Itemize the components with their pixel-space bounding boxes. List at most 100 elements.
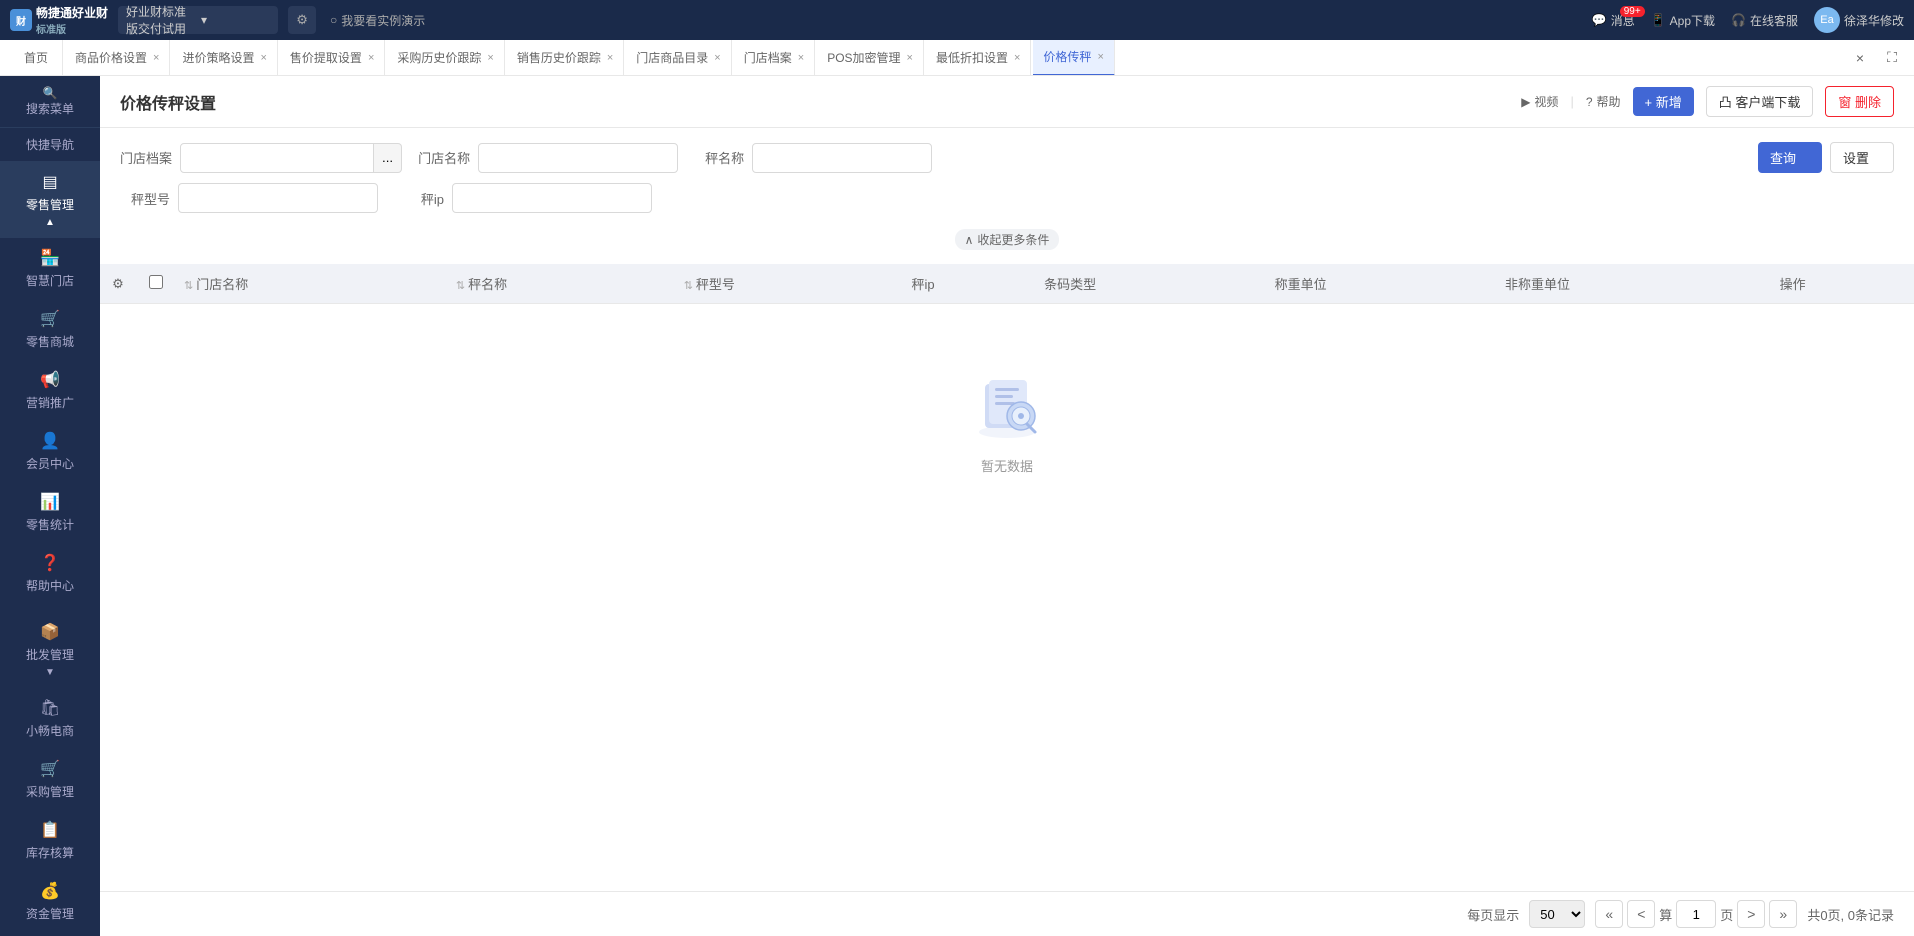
table-non-weight-unit-header: 非称重单位: [1497, 264, 1772, 304]
sidebar: 🔍 搜索菜单 快捷导航 ▤ 零售管理 ▲ 🏪 智慧门店 🛒 零售商城 📢 营销推…: [0, 76, 100, 936]
form-row-1: 门店档案 ... 门店名称 秤名称 查: [120, 142, 1894, 173]
tab-home[interactable]: 首页: [10, 40, 63, 76]
tab-store-profile[interactable]: 门店档案 ×: [734, 40, 815, 76]
tab-sale-pickup[interactable]: 售价提取设置 ×: [280, 40, 385, 76]
add-button[interactable]: + 新增: [1633, 87, 1694, 116]
sidebar-item-smart-store[interactable]: 🏪 智慧门店: [0, 238, 100, 299]
page-total: 共0页, 0条记录: [1807, 905, 1894, 924]
close-icon[interactable]: ×: [260, 52, 266, 64]
table-store-name-header[interactable]: 门店名称: [176, 264, 448, 304]
tab-min-discount[interactable]: 最低折扣设置 ×: [926, 40, 1031, 76]
page-number-input[interactable]: [1676, 900, 1716, 928]
help-icon: ❓: [40, 553, 60, 573]
delete-button[interactable]: 窗 删除: [1825, 86, 1894, 117]
table-weight-unit-header: 称重单位: [1267, 264, 1497, 304]
table-scale-ip-header: 秤ip: [904, 264, 1037, 304]
tab-actions: × ⛶: [1846, 44, 1914, 72]
content-area: 价格传秤设置 ▶ 视频 | ? 帮助 + 新增 凸 客户端下载 窗: [100, 76, 1914, 936]
tab-store-catalog[interactable]: 门店商品目录 ×: [626, 40, 731, 76]
app-download-button[interactable]: 📱 App下载: [1651, 12, 1715, 29]
tab-price-setting[interactable]: 商品价格设置 ×: [65, 40, 170, 76]
close-icon[interactable]: ×: [487, 52, 493, 64]
version-select[interactable]: 好业财标准版交付试用 ▾: [118, 6, 278, 34]
empty-text: 暂无数据: [981, 456, 1033, 475]
page-info: 算 页: [1659, 900, 1733, 928]
store-name-label: 门店名称: [418, 148, 470, 167]
sidebar-item-finance[interactable]: 💰 资金管理: [0, 871, 100, 932]
table-operation-header: 操作: [1772, 264, 1914, 304]
tab-purchase-strategy[interactable]: 进价策略设置 ×: [172, 40, 277, 76]
help-circle-icon: ?: [1586, 95, 1593, 109]
sidebar-item-retail-stats[interactable]: 📊 零售统计: [0, 482, 100, 543]
phone-icon: 📱: [1651, 13, 1666, 27]
header-actions: ▶ 视频 | ? 帮助 + 新增 凸 客户端下载 窗 删除: [1521, 86, 1894, 117]
download-client-button[interactable]: 凸 客户端下载: [1706, 86, 1814, 117]
close-window-button[interactable]: ×: [1846, 44, 1874, 72]
scale-name-input[interactable]: [752, 143, 932, 173]
scale-ip-input[interactable]: [452, 183, 652, 213]
page-suffix: 页: [1720, 905, 1733, 924]
prev-page-button[interactable]: <: [1627, 900, 1655, 928]
tab-price-scale[interactable]: 价格传秤 ×: [1033, 40, 1114, 76]
scale-ip-field: 秤ip: [394, 183, 652, 213]
collapse-button[interactable]: ∧ 收起更多条件: [955, 229, 1060, 250]
tab-pos-manage[interactable]: POS加密管理 ×: [817, 40, 924, 76]
message-icon: 💬: [1592, 13, 1607, 27]
close-icon[interactable]: ×: [1097, 51, 1103, 63]
close-icon[interactable]: ×: [907, 52, 913, 64]
close-icon[interactable]: ×: [368, 52, 374, 64]
retail-mall-icon: 🛒: [40, 309, 60, 329]
video-link[interactable]: ▶ 视频: [1521, 93, 1558, 110]
messages-button[interactable]: 💬 消息 99+: [1592, 12, 1635, 29]
store-name-input[interactable]: [478, 143, 678, 173]
sidebar-quicknav[interactable]: 快捷导航: [0, 128, 100, 162]
close-icon[interactable]: ×: [714, 52, 720, 64]
sidebar-item-marketing[interactable]: 📢 营销推广: [0, 360, 100, 421]
sidebar-item-help[interactable]: ❓ 帮助中心: [0, 543, 100, 604]
first-page-button[interactable]: «: [1595, 900, 1623, 928]
empty-icon: [967, 364, 1047, 444]
data-table: ⚙ 门店名称 秤名称 秤型号 秤ip 条码类型 称重单位 非称重单位 操作: [100, 264, 1914, 535]
sidebar-search[interactable]: 🔍 搜索菜单: [0, 76, 100, 128]
expand-window-button[interactable]: ⛶: [1878, 44, 1906, 72]
table-checkbox-header[interactable]: [136, 264, 176, 304]
online-service-button[interactable]: 🎧 在线客服: [1731, 12, 1798, 29]
store-profile-dots-button[interactable]: ...: [374, 143, 402, 173]
content-header: 价格传秤设置 ▶ 视频 | ? 帮助 + 新增 凸 客户端下载 窗: [100, 76, 1914, 128]
settings-query-button[interactable]: 设置: [1830, 142, 1894, 173]
table-scale-name-header[interactable]: 秤名称: [448, 264, 676, 304]
sidebar-item-member[interactable]: 👤 会员中心: [0, 421, 100, 482]
tab-sale-history[interactable]: 销售历史价跟踪 ×: [507, 40, 624, 76]
close-icon[interactable]: ×: [798, 52, 804, 64]
tab-purchase-history[interactable]: 采购历史价跟踪 ×: [387, 40, 504, 76]
member-icon: 👤: [40, 431, 60, 451]
table-scale-model-header[interactable]: 秤型号: [676, 264, 904, 304]
close-icon[interactable]: ×: [1014, 52, 1020, 64]
sidebar-item-xiao-chang[interactable]: 🛍 小畅电商: [0, 688, 100, 749]
help-link[interactable]: ? 帮助: [1586, 93, 1621, 110]
next-page-button[interactable]: >: [1737, 900, 1765, 928]
user-menu-button[interactable]: Ea 徐泽华修改: [1814, 7, 1904, 33]
select-all-checkbox[interactable]: [149, 275, 163, 289]
table-body: 暂无数据: [100, 304, 1914, 536]
sidebar-item-retail-mall[interactable]: 🛒 零售商城: [0, 299, 100, 360]
form-row-2: 秤型号 秤ip: [120, 183, 1894, 213]
close-icon[interactable]: ×: [153, 52, 159, 64]
sidebar-item-ledger[interactable]: 📒 总账管理: [0, 932, 100, 936]
sidebar-item-wholesale[interactable]: 📦 批发管理 ▼: [0, 612, 100, 688]
sidebar-item-retail-mgmt[interactable]: ▤ 零售管理 ▲: [0, 162, 100, 238]
table-settings-header[interactable]: ⚙: [100, 264, 136, 304]
per-page-select[interactable]: 10 20 50 100: [1529, 900, 1585, 928]
last-page-button[interactable]: »: [1769, 900, 1797, 928]
topbar-settings-button[interactable]: ⚙: [288, 6, 316, 34]
store-profile-input[interactable]: [180, 143, 374, 173]
sidebar-item-purchase[interactable]: 🛒 采购管理: [0, 749, 100, 810]
sidebar-item-inventory[interactable]: 📋 库存核算: [0, 810, 100, 871]
close-icon[interactable]: ×: [607, 52, 613, 64]
query-button[interactable]: 查询: [1758, 142, 1822, 173]
scale-model-input[interactable]: [178, 183, 378, 213]
per-page-label: 每页显示: [1467, 905, 1519, 924]
divider: |: [1570, 94, 1573, 109]
demo-button[interactable]: 我要看实例演示: [330, 12, 425, 29]
chevron-down-icon: ▾: [201, 13, 270, 27]
